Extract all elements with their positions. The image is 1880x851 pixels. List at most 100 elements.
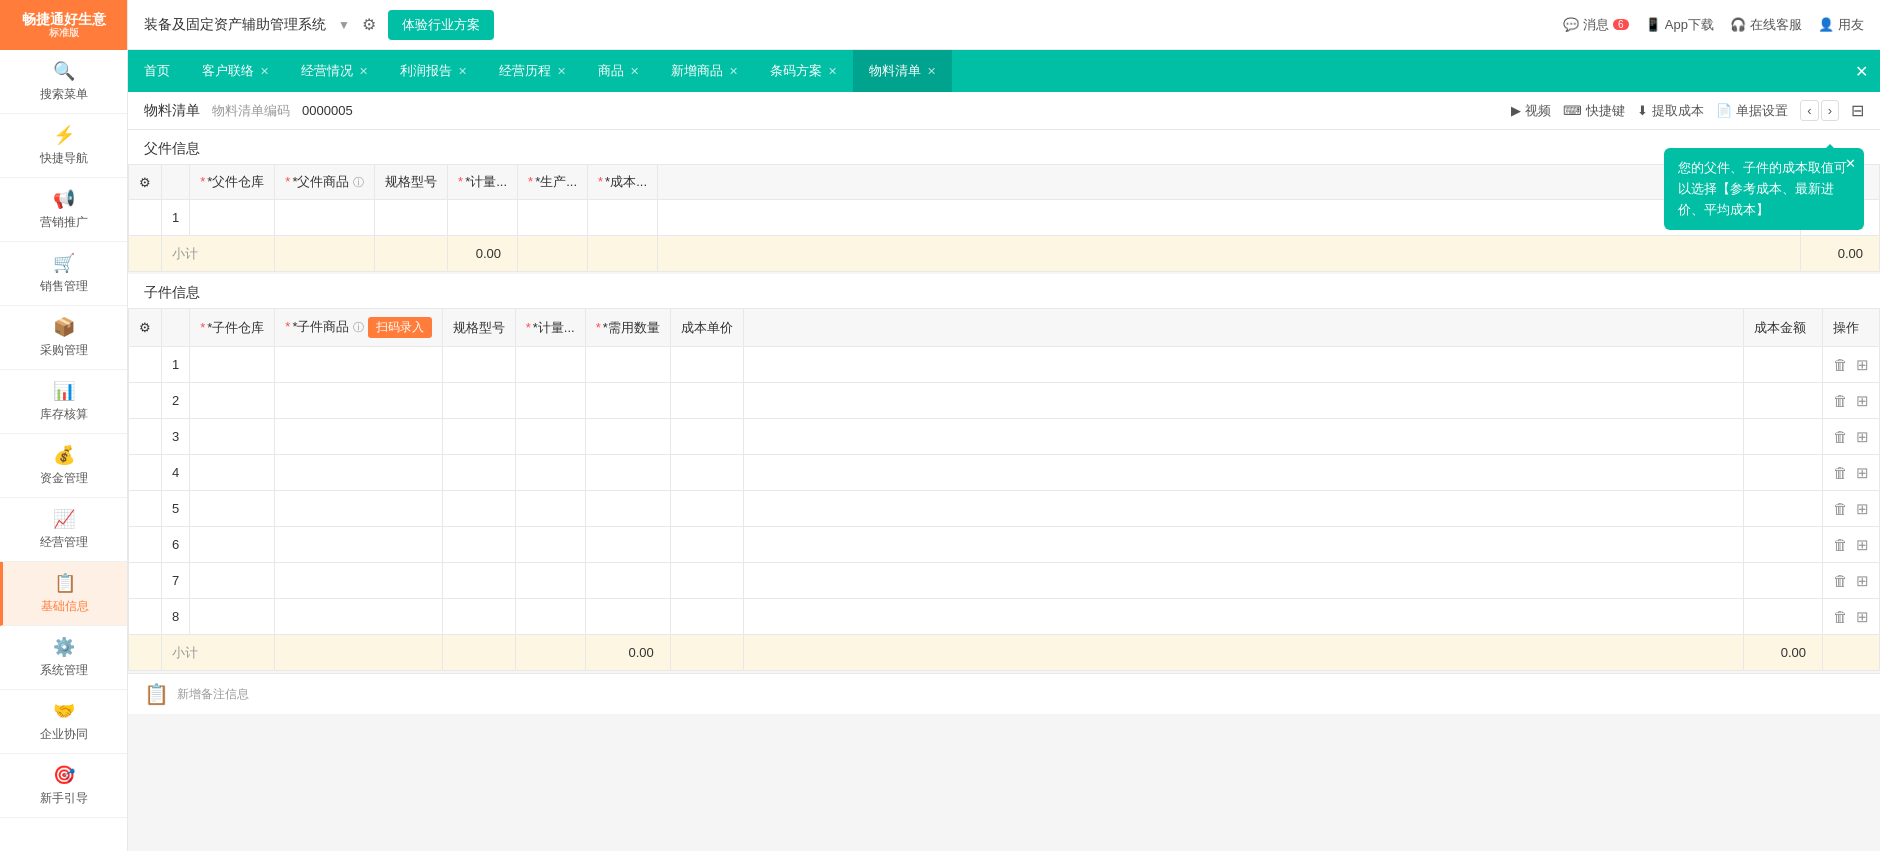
- sidebar-item-search[interactable]: 🔍 搜索菜单: [0, 50, 127, 114]
- user-button[interactable]: 👤 用友: [1818, 16, 1864, 34]
- tab-operations[interactable]: 经营情况 ✕: [285, 50, 384, 92]
- page-code-value: 0000005: [302, 103, 353, 118]
- grid-view-icon[interactable]: ⊟: [1851, 101, 1864, 120]
- app-download-button[interactable]: 📱 App下载: [1645, 16, 1714, 34]
- sidebar-item-finance-label: 资金管理: [40, 470, 88, 487]
- delete-icon-row4[interactable]: 🗑: [1833, 464, 1848, 482]
- tooltip-close-button[interactable]: ✕: [1845, 154, 1856, 175]
- tab-barcode[interactable]: 条码方案 ✕: [754, 50, 853, 92]
- copy-icon-row1[interactable]: ⊞: [1856, 356, 1869, 374]
- tab-history[interactable]: 经营历程 ✕: [483, 50, 582, 92]
- tab-profit[interactable]: 利润报告 ✕: [384, 50, 483, 92]
- tab-goods[interactable]: 商品 ✕: [582, 50, 655, 92]
- tab-newgoods[interactable]: 新增商品 ✕: [655, 50, 754, 92]
- child-row1-unitprice[interactable]: [670, 347, 743, 383]
- tab-barcode-close[interactable]: ✕: [828, 65, 837, 78]
- delete-icon-row6[interactable]: 🗑: [1833, 536, 1848, 554]
- sidebar-item-basicinfo[interactable]: 📋 基础信息: [0, 562, 127, 626]
- sidebar-item-system[interactable]: ⚙️ 系统管理: [0, 626, 127, 690]
- parent-row-1: 1: [129, 200, 1880, 236]
- nav-close-all-button[interactable]: ✕: [1843, 62, 1880, 81]
- copy-icon-row2[interactable]: ⊞: [1856, 392, 1869, 410]
- child-row-3: 3 🗑 ⊞: [129, 419, 1880, 455]
- copy-icon-row7[interactable]: ⊞: [1856, 572, 1869, 590]
- sidebar-item-inventory[interactable]: 📊 库存核算: [0, 370, 127, 434]
- sidebar-logo: 畅捷通好生意 标准版: [0, 0, 127, 50]
- gear-button[interactable]: ⚙: [362, 15, 376, 34]
- page-code-label: 物料清单编码: [212, 102, 290, 120]
- shortcut-button[interactable]: ⌨ 快捷键: [1563, 102, 1625, 120]
- child-row1-unit[interactable]: [515, 347, 585, 383]
- sidebar-item-guide[interactable]: 🎯 新手引导: [0, 754, 127, 818]
- copy-icon-row8[interactable]: ⊞: [1856, 608, 1869, 626]
- view-video-button[interactable]: ▶ 视频: [1511, 102, 1551, 120]
- extract-cost-button[interactable]: ⬇ 提取成本: [1637, 102, 1704, 120]
- copy-icon-row5[interactable]: ⊞: [1856, 500, 1869, 518]
- sidebar-item-purchase[interactable]: 📦 采购管理: [0, 306, 127, 370]
- child-subtotal-amount: 0.00: [585, 635, 670, 671]
- prev-arrow[interactable]: ‹: [1800, 100, 1818, 121]
- child-row1-spec[interactable]: [442, 347, 515, 383]
- sidebar-item-marketing[interactable]: 📢 营销推广: [0, 178, 127, 242]
- extract-cost-label: 提取成本: [1652, 102, 1704, 120]
- tab-home[interactable]: 首页: [128, 50, 186, 92]
- tab-customer-close[interactable]: ✕: [260, 65, 269, 78]
- tab-customer[interactable]: 客户联络 ✕: [186, 50, 285, 92]
- child-row2-goods[interactable]: [275, 383, 442, 419]
- child-row-4: 4 🗑 ⊞: [129, 455, 1880, 491]
- delete-icon-row2[interactable]: 🗑: [1833, 392, 1848, 410]
- tab-history-close[interactable]: ✕: [557, 65, 566, 78]
- message-button[interactable]: 💬 消息 6: [1563, 16, 1629, 34]
- copy-icon-row4[interactable]: ⊞: [1856, 464, 1869, 482]
- parent-row1-goods[interactable]: [275, 200, 375, 236]
- delete-icon-row8[interactable]: 🗑: [1833, 608, 1848, 626]
- marketing-icon: 📢: [53, 188, 75, 210]
- child-col-num: [162, 309, 190, 347]
- sidebar-item-operations[interactable]: 📈 经营管理: [0, 498, 127, 562]
- sidebar-item-finance[interactable]: 💰 资金管理: [0, 434, 127, 498]
- collab-icon: 🤝: [53, 700, 75, 722]
- tab-bom[interactable]: 物料清单 ✕: [853, 50, 952, 92]
- parent-subtotal-label: 小计: [162, 236, 275, 272]
- parent-row1-spacer: [658, 200, 1801, 236]
- child-col-warehouse: *子件仓库: [190, 309, 275, 347]
- add-note-icon: 📋: [144, 682, 169, 706]
- sidebar-item-sales[interactable]: 🛒 销售管理: [0, 242, 127, 306]
- copy-icon-row3[interactable]: ⊞: [1856, 428, 1869, 446]
- child-row2-warehouse[interactable]: [190, 383, 275, 419]
- delete-icon-row5[interactable]: 🗑: [1833, 500, 1848, 518]
- system-dropdown-arrow[interactable]: ▼: [338, 18, 350, 32]
- sidebar-item-system-label: 系统管理: [40, 662, 88, 679]
- sidebar-item-collab[interactable]: 🤝 企业协同: [0, 690, 127, 754]
- tab-newgoods-close[interactable]: ✕: [729, 65, 738, 78]
- copy-icon-row6[interactable]: ⊞: [1856, 536, 1869, 554]
- sidebar-item-purchase-label: 采购管理: [40, 342, 88, 359]
- delete-icon-row1[interactable]: 🗑: [1833, 356, 1848, 374]
- tab-newgoods-label: 新增商品: [671, 62, 723, 80]
- play-icon: ▶: [1511, 103, 1521, 118]
- single-settings-button[interactable]: 📄 单据设置: [1716, 102, 1788, 120]
- parent-row1-spec[interactable]: [375, 200, 448, 236]
- tab-profit-close[interactable]: ✕: [458, 65, 467, 78]
- parent-row1-cost[interactable]: [588, 200, 658, 236]
- tab-goods-close[interactable]: ✕: [630, 65, 639, 78]
- parent-row1-warehouse[interactable]: [190, 200, 275, 236]
- child-row1-warehouse[interactable]: [190, 347, 275, 383]
- sidebar-item-quicknav[interactable]: ⚡ 快捷导航: [0, 114, 127, 178]
- delete-icon-row3[interactable]: 🗑: [1833, 428, 1848, 446]
- parent-row1-unit[interactable]: [448, 200, 518, 236]
- child-row1-qty[interactable]: [585, 347, 670, 383]
- scan-button[interactable]: 扫码录入: [368, 317, 432, 338]
- add-note-text[interactable]: 新增备注信息: [177, 686, 249, 703]
- tab-bom-close[interactable]: ✕: [927, 65, 936, 78]
- online-service-button[interactable]: 🎧 在线客服: [1730, 16, 1802, 34]
- extract-icon: ⬇: [1637, 103, 1648, 118]
- child-row1-goods[interactable]: [275, 347, 442, 383]
- parent-row1-produce[interactable]: [518, 200, 588, 236]
- phone-icon: 📱: [1645, 17, 1661, 32]
- operations-icon: 📈: [53, 508, 75, 530]
- tab-operations-close[interactable]: ✕: [359, 65, 368, 78]
- next-arrow[interactable]: ›: [1821, 100, 1839, 121]
- delete-icon-row7[interactable]: 🗑: [1833, 572, 1848, 590]
- experience-button[interactable]: 体验行业方案: [388, 10, 494, 40]
